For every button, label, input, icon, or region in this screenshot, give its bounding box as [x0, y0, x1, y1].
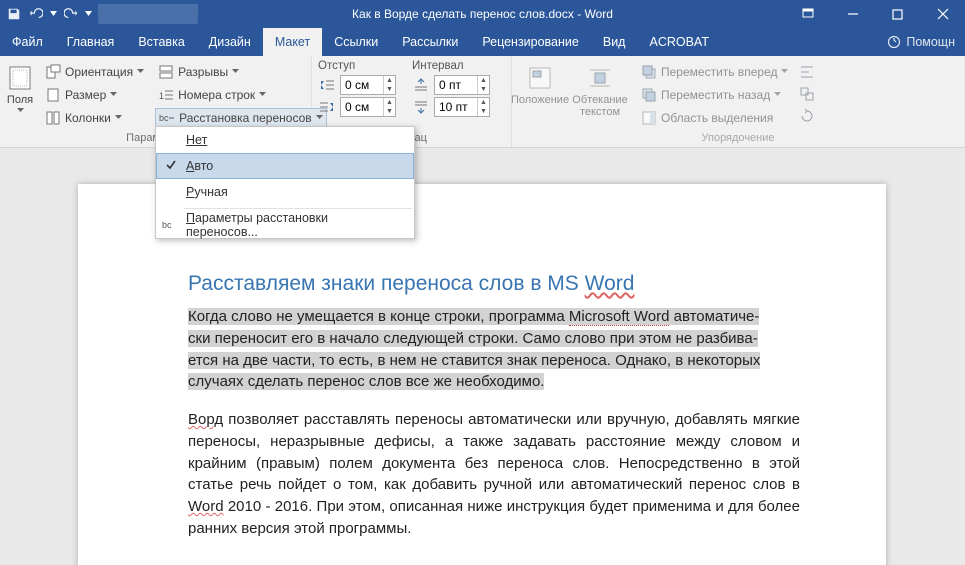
- tab-layout[interactable]: Макет: [263, 28, 322, 56]
- hyphenation-button[interactable]: bc Расстановка переносов: [155, 108, 327, 128]
- size-button[interactable]: Размер: [42, 85, 147, 105]
- rotate-icon[interactable]: [799, 108, 815, 127]
- selection-pane-button[interactable]: Область выделения: [638, 108, 791, 128]
- hyph-auto[interactable]: Авто: [156, 153, 414, 179]
- indent-right-input[interactable]: [341, 100, 383, 114]
- indent-right-spinner[interactable]: ▲▼: [340, 97, 396, 117]
- size-icon: [45, 87, 61, 103]
- bring-forward-button[interactable]: Переместить вперед: [638, 62, 791, 82]
- tab-view[interactable]: Вид: [591, 28, 638, 56]
- tab-review[interactable]: Рецензирование: [470, 28, 591, 56]
- save-icon[interactable]: [6, 6, 22, 22]
- hyph-options[interactable]: bc Параметры расстановки переносов...: [156, 212, 414, 238]
- indent-left-icon: [318, 76, 336, 94]
- tab-home[interactable]: Главная: [55, 28, 127, 56]
- menu-separator: [184, 208, 412, 209]
- indent-label: Отступ: [318, 60, 396, 74]
- check-icon: [165, 159, 177, 174]
- bring-forward-icon: [641, 64, 657, 80]
- space-after-spinner[interactable]: ▲▼: [434, 97, 490, 117]
- close-button[interactable]: [920, 0, 965, 28]
- ribbon-tabs: Файл Главная Вставка Дизайн Макет Ссылки…: [0, 28, 965, 56]
- indent-left-row: ▲▼: [318, 74, 396, 96]
- breaks-button[interactable]: Разрывы: [155, 62, 327, 82]
- orientation-button[interactable]: Ориентация: [42, 62, 147, 82]
- breaks-icon: [158, 64, 174, 80]
- send-backward-button[interactable]: Переместить назад: [638, 85, 791, 105]
- margins-button[interactable]: Поля: [6, 60, 34, 128]
- wrap-text-icon: [586, 64, 614, 92]
- line-numbers-button[interactable]: 1 Номера строк: [155, 85, 327, 105]
- document-area[interactable]: Расставляем знаки переноса слов в MS Wor…: [0, 148, 965, 565]
- space-after-row: ▲▼: [412, 96, 490, 118]
- doc-heading: Расставляем знаки переноса слов в MS Wor…: [188, 272, 800, 296]
- ribbon: Поля Ориентация Размер Колонки: [0, 56, 965, 148]
- position-icon: [526, 64, 554, 92]
- tab-file[interactable]: Файл: [0, 28, 55, 56]
- margins-icon: [6, 64, 34, 92]
- tell-me[interactable]: Помощн: [877, 28, 965, 56]
- account-area[interactable]: [98, 4, 198, 24]
- line-numbers-icon: 1: [158, 87, 174, 103]
- undo-icon[interactable]: [28, 6, 44, 22]
- minimize-button[interactable]: [830, 0, 875, 28]
- group-arrange: Положение Обтекание текстом Переместить …: [512, 56, 965, 147]
- hyphenation-icon: bc: [159, 110, 175, 126]
- svg-text:bc: bc: [162, 220, 172, 230]
- doc-paragraph-2: Ворд позволяет расставлять переносы авто…: [188, 409, 800, 540]
- tab-insert[interactable]: Вставка: [126, 28, 196, 56]
- indent-left-input[interactable]: [341, 78, 383, 92]
- page[interactable]: Расставляем знаки переноса слов в MS Wor…: [78, 184, 886, 565]
- quick-access-toolbar: [0, 6, 98, 22]
- hyph-manual[interactable]: Ручная: [156, 179, 414, 205]
- window-title: Как в Ворде сделать перенос слов.docx - …: [352, 7, 613, 21]
- qat-customize-caret[interactable]: [85, 11, 92, 18]
- undo-dropdown-caret[interactable]: [50, 11, 57, 18]
- maximize-button[interactable]: [875, 0, 920, 28]
- tab-mailings[interactable]: Рассылки: [390, 28, 470, 56]
- doc-paragraph-1: Когда слово не умещается в конце строки,…: [188, 306, 800, 393]
- align-icon[interactable]: [799, 64, 815, 83]
- space-before-input[interactable]: [435, 78, 477, 92]
- title-bar: Как в Ворде сделать перенос слов.docx - …: [0, 0, 965, 28]
- tab-design[interactable]: Дизайн: [197, 28, 263, 56]
- tell-me-label: Помощн: [906, 35, 955, 49]
- space-before-icon: [412, 76, 430, 94]
- position-button[interactable]: Положение: [518, 60, 562, 128]
- indent-right-row: ▲▼: [318, 96, 396, 118]
- columns-button[interactable]: Колонки: [42, 108, 147, 128]
- group-objects-icon[interactable]: [799, 86, 815, 105]
- indent-right-icon: [318, 98, 336, 116]
- redo-icon[interactable]: [63, 6, 79, 22]
- svg-text:1: 1: [159, 91, 164, 101]
- space-before-row: ▲▼: [412, 74, 490, 96]
- hyph-options-icon: bc: [162, 217, 178, 234]
- spacing-label: Интервал: [412, 60, 490, 74]
- tab-references[interactable]: Ссылки: [322, 28, 390, 56]
- ribbon-options-button[interactable]: [785, 0, 830, 28]
- hyphenation-menu: Нет Авто Ручная bc Параметры расстановки…: [155, 126, 415, 239]
- send-backward-icon: [641, 87, 657, 103]
- hyph-none[interactable]: Нет: [156, 127, 414, 153]
- group-arrange-label: Упорядочение: [518, 130, 958, 147]
- space-before-spinner[interactable]: ▲▼: [434, 75, 490, 95]
- space-after-icon: [412, 98, 430, 116]
- window-controls: [785, 0, 965, 28]
- svg-text:bc: bc: [159, 113, 169, 123]
- orientation-icon: [45, 64, 61, 80]
- selection-pane-icon: [641, 110, 657, 126]
- hyph-auto-label: вто: [194, 159, 213, 173]
- space-after-input[interactable]: [435, 100, 477, 114]
- margins-caret: [17, 108, 24, 115]
- indent-left-spinner[interactable]: ▲▼: [340, 75, 396, 95]
- wrap-text-button[interactable]: Обтекание текстом: [570, 60, 630, 128]
- tab-acrobat[interactable]: ACROBAT: [637, 28, 721, 56]
- columns-icon: [45, 110, 61, 126]
